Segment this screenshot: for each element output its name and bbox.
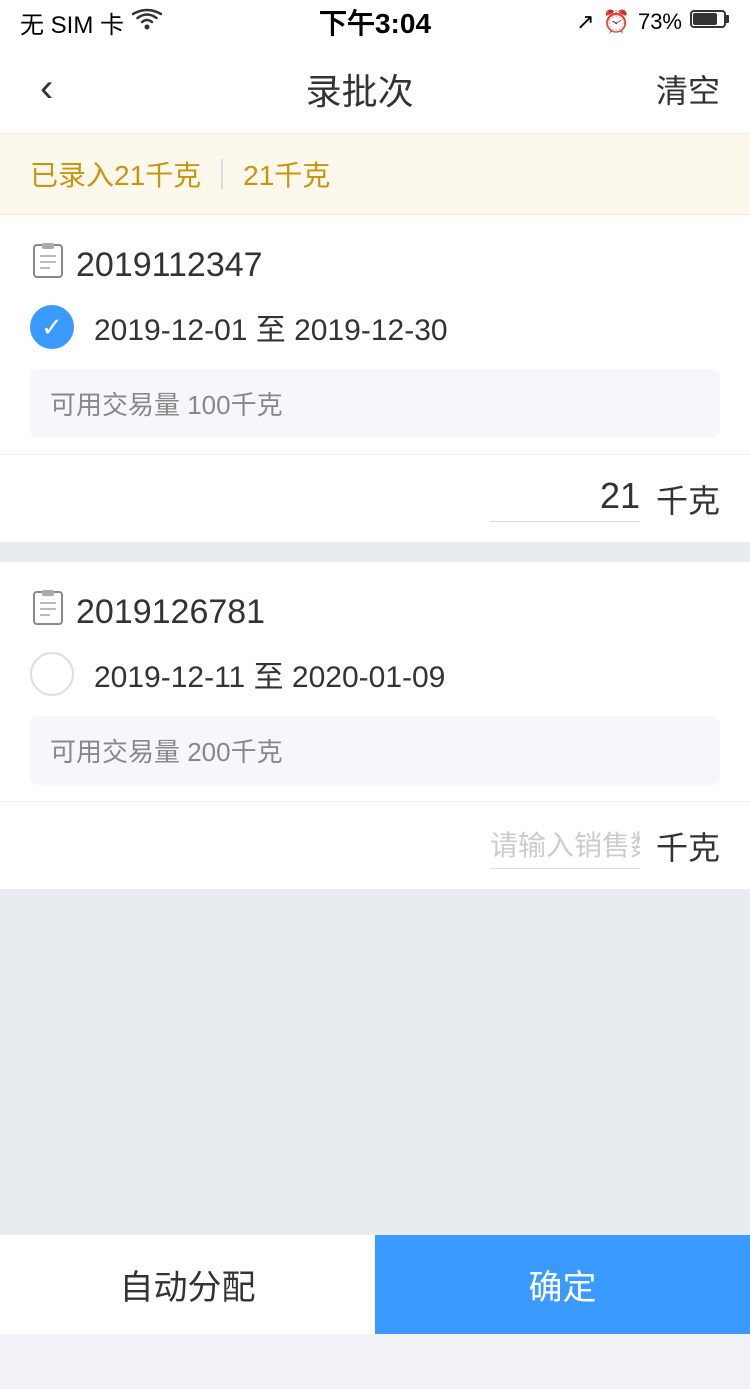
carrier-text: 无 SIM 卡 — [20, 5, 124, 40]
main-content: 已录入21千克 21千克 2019112347 ✓ 2019-12-01 至 2… — [0, 134, 750, 1389]
batch2-unit: 千克 — [656, 823, 720, 869]
status-bar: 无 SIM 卡 下午3:04 ↗ ⏰ 73% — [0, 0, 750, 44]
battery-text: 73% — [638, 9, 682, 35]
batch1-radio[interactable]: ✓ — [30, 305, 74, 349]
info-banner: 已录入21千克 21千克 — [0, 134, 750, 215]
batch2-date-row[interactable]: 2019-12-11 至 2020-01-09 — [0, 644, 750, 706]
status-right: ↗ ⏰ 73% — [576, 8, 730, 36]
batch-card-2: 2019126781 2019-12-11 至 2020-01-09 可用交易量… — [0, 562, 750, 889]
batch1-input-wrap — [490, 475, 640, 522]
batch2-radio[interactable] — [30, 652, 74, 696]
batch2-avail-text: 可用交易量 200千克 — [50, 737, 283, 767]
location-icon: ↗ — [576, 9, 594, 35]
batch1-icon — [30, 243, 66, 287]
batch2-quantity-row: 千克 — [0, 801, 750, 889]
batch1-quantity-input[interactable] — [490, 475, 640, 517]
battery-icon — [690, 8, 730, 36]
batch1-check-icon: ✓ — [41, 312, 63, 343]
empty-area — [0, 889, 750, 1289]
batch2-id: 2019126781 — [76, 593, 265, 632]
batch2-id-row: 2019126781 — [0, 562, 750, 644]
batch2-avail-row: 可用交易量 200千克 — [30, 716, 720, 785]
batch1-id: 2019112347 — [76, 246, 263, 285]
back-button[interactable]: ‹ — [30, 56, 63, 121]
bottom-bar: 自动分配 确定 — [0, 1234, 750, 1334]
batch-card-1: 2019112347 ✓ 2019-12-01 至 2019-12-30 可用交… — [0, 215, 750, 542]
batch2-date: 2019-12-11 至 2020-01-09 — [94, 652, 445, 696]
batch1-unit: 千克 — [656, 476, 720, 522]
info-divider — [221, 159, 223, 189]
recorded-label: 已录入21千克 — [30, 154, 201, 194]
batch2-icon — [30, 590, 66, 634]
nav-bar: ‹ 录批次 清空 — [0, 44, 750, 134]
status-time: 下午3:04 — [319, 2, 431, 42]
auto-distribute-button[interactable]: 自动分配 — [0, 1235, 375, 1334]
confirm-button[interactable]: 确定 — [375, 1235, 750, 1334]
batch1-id-row: 2019112347 — [0, 215, 750, 297]
batch2-input-wrap — [490, 822, 640, 869]
wifi-icon — [132, 8, 162, 37]
batch1-date: 2019-12-01 至 2019-12-30 — [94, 305, 448, 349]
clear-button[interactable]: 清空 — [656, 66, 720, 112]
nav-title: 录批次 — [306, 63, 414, 115]
batch1-avail-row: 可用交易量 100千克 — [30, 369, 720, 438]
batch1-date-row[interactable]: ✓ 2019-12-01 至 2019-12-30 — [0, 297, 750, 359]
batch1-quantity-row: 千克 — [0, 454, 750, 542]
card-separator-1 — [0, 542, 750, 562]
batch2-quantity-input[interactable] — [490, 822, 640, 864]
alarm-icon: ⏰ — [603, 9, 630, 35]
batch1-avail-text: 可用交易量 100千克 — [50, 390, 283, 420]
info-amount: 21千克 — [243, 154, 330, 194]
status-left: 无 SIM 卡 — [20, 5, 162, 40]
